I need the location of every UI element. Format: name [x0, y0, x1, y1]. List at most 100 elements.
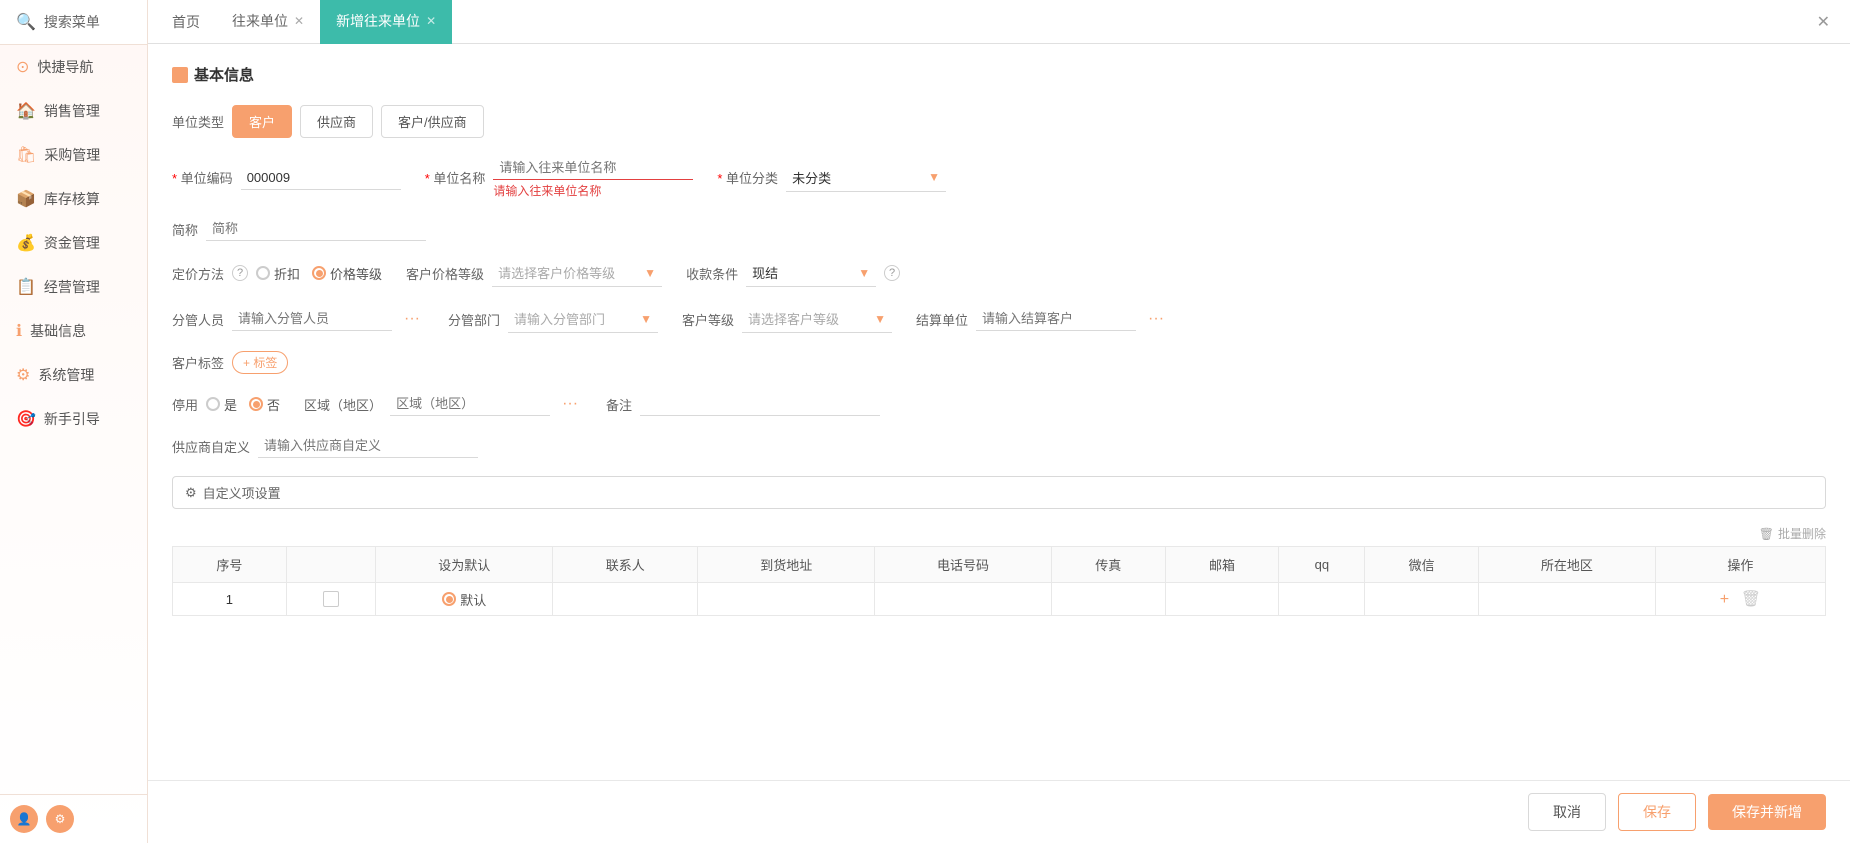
- radio-disabled-no[interactable]: 否: [249, 395, 280, 414]
- tab-partner[interactable]: 往来单位 ✕: [216, 0, 320, 44]
- custom-settings-btn[interactable]: ⚙ 自定义项设置: [172, 476, 1826, 509]
- sidebar-item-operations[interactable]: 📋 经营管理: [0, 265, 147, 309]
- sidebar-item-purchase[interactable]: 🛍 采购管理: [0, 133, 147, 177]
- payment-terms-value: 现结: [752, 263, 854, 282]
- settlement-unit-input[interactable]: [976, 307, 1136, 331]
- pricing-method-help[interactable]: ?: [232, 265, 248, 281]
- unit-name-field: 单位名称 请输入往来单位名称: [425, 156, 694, 199]
- row-default-radio[interactable]: 默认: [386, 590, 542, 609]
- pricing-method-label: 定价方法: [172, 264, 224, 283]
- close-new-partner-tab[interactable]: ✕: [426, 14, 436, 28]
- inventory-icon: 📦: [16, 189, 36, 209]
- sidebar-item-newbie[interactable]: 🎯 新手引导: [0, 397, 147, 441]
- radio-disabled-no-dot: [253, 401, 260, 408]
- unit-code-field: 单位编码: [172, 166, 401, 190]
- supplier-custom-input[interactable]: [258, 434, 478, 458]
- customer-tag-field: 客户标签 + 标签: [172, 351, 288, 374]
- sidebar-item-finance[interactable]: 💰 资金管理: [0, 221, 147, 265]
- department-label: 分管部门: [448, 310, 500, 329]
- sidebar-item-inventory[interactable]: 📦 库存核算: [0, 177, 147, 221]
- purchase-icon: 🛍: [16, 145, 36, 165]
- unit-category-select[interactable]: 未分类 ▼: [786, 164, 946, 192]
- payment-terms-help[interactable]: ?: [884, 265, 900, 281]
- tab-home[interactable]: 首页: [156, 0, 216, 44]
- save-add-button[interactable]: 保存并新增: [1708, 794, 1826, 830]
- section-title: 基本信息: [172, 64, 1826, 85]
- search-icon: 🔍: [16, 12, 36, 32]
- department-select[interactable]: 请输入分管部门 ▼: [508, 305, 658, 333]
- close-all-tabs[interactable]: ✕: [1805, 12, 1842, 32]
- customer-price-level-select[interactable]: 请选择客户价格等级 ▼: [492, 259, 662, 287]
- sidebar-item-search[interactable]: 🔍 搜索菜单: [0, 0, 147, 45]
- col-address: 到货地址: [698, 547, 875, 583]
- cell-fax: [1051, 583, 1165, 616]
- system-icon: ⚙: [16, 365, 30, 385]
- sidebar-item-system[interactable]: ⚙ 系统管理: [0, 353, 147, 397]
- disabled-row: 停用 是 否 区域（地区） ···: [172, 392, 1826, 416]
- sidebar-user-icon[interactable]: 👤: [10, 805, 38, 833]
- region-dots[interactable]: ···: [558, 395, 582, 413]
- unit-code-label: 单位编码: [172, 168, 233, 187]
- pricing-radio-group: 折扣 价格等级: [256, 264, 382, 283]
- btn-supplier[interactable]: 供应商: [300, 105, 373, 138]
- remarks-label: 备注: [606, 395, 632, 414]
- payment-terms-chevron: ▼: [858, 266, 870, 280]
- btn-both[interactable]: 客户/供应商: [381, 105, 484, 138]
- unit-name-input[interactable]: [493, 156, 693, 180]
- delete-row-btn[interactable]: 🗑: [1737, 591, 1765, 608]
- add-tag-btn[interactable]: + 标签: [232, 351, 288, 374]
- sidebar-settings-icon[interactable]: ⚙: [46, 805, 74, 833]
- cancel-button[interactable]: 取消: [1528, 793, 1606, 831]
- payment-terms-select[interactable]: 现结 ▼: [746, 259, 876, 287]
- cell-region: [1479, 583, 1656, 616]
- radio-discount[interactable]: 折扣: [256, 264, 300, 283]
- col-qq: qq: [1279, 547, 1365, 583]
- col-actions: 操作: [1655, 547, 1825, 583]
- remarks-field: 备注: [606, 392, 880, 416]
- customer-level-select[interactable]: 请选择客户等级 ▼: [742, 305, 892, 333]
- settlement-unit-field: 结算单位 ···: [916, 307, 1168, 331]
- radio-price-level-circle: [312, 266, 326, 280]
- payment-terms-label: 收款条件: [686, 264, 738, 283]
- cell-seq: 1: [173, 583, 287, 616]
- btn-customer[interactable]: 客户: [232, 105, 292, 138]
- table-row: 1 默认: [173, 583, 1826, 616]
- supervisor-input[interactable]: [232, 307, 392, 331]
- tab-new-partner[interactable]: 新增往来单位 ✕: [320, 0, 452, 44]
- cell-checkbox[interactable]: [286, 583, 376, 616]
- customer-level-field: 客户等级 请选择客户等级 ▼: [682, 305, 892, 333]
- basic-info-icon: ℹ: [16, 321, 22, 341]
- batch-delete-btn[interactable]: 🗑 批量删除: [1759, 525, 1826, 542]
- unit-name-input-group: 请输入往来单位名称: [493, 156, 693, 199]
- radio-price-level[interactable]: 价格等级: [312, 264, 382, 283]
- sidebar-item-sales[interactable]: 🏠 销售管理: [0, 89, 147, 133]
- sidebar-bottom: 👤 ⚙: [0, 794, 147, 843]
- sidebar-item-basic-info[interactable]: ℹ 基础信息: [0, 309, 147, 353]
- unit-type-label: 单位类型: [172, 112, 224, 131]
- disabled-label: 停用: [172, 395, 198, 414]
- row-checkbox[interactable]: [323, 591, 339, 607]
- sidebar-item-quick-nav[interactable]: ⊙ 快捷导航: [0, 45, 147, 89]
- settlement-unit-dots[interactable]: ···: [1144, 310, 1168, 328]
- supervisor-row: 分管人员 ··· 分管部门 请输入分管部门 ▼ 客户等级 请选择客户等级 ▼ 结…: [172, 305, 1826, 333]
- save-button[interactable]: 保存: [1618, 793, 1696, 831]
- operations-icon: 📋: [16, 277, 36, 297]
- short-name-input[interactable]: [206, 217, 426, 241]
- unit-name-error: 请输入往来单位名称: [493, 182, 693, 199]
- add-row-btn[interactable]: +: [1716, 591, 1733, 608]
- col-contact: 联系人: [553, 547, 698, 583]
- gear-icon: ⚙: [185, 485, 197, 501]
- form-footer: 取消 保存 保存并新增: [148, 780, 1850, 843]
- radio-disabled-yes[interactable]: 是: [206, 395, 237, 414]
- row-radio-dot: [446, 596, 453, 603]
- row-default-circle: [442, 592, 456, 606]
- remarks-input[interactable]: [640, 392, 880, 416]
- cell-email: [1165, 583, 1279, 616]
- supervisor-dots[interactable]: ···: [400, 310, 424, 328]
- unit-code-input[interactable]: [241, 166, 401, 190]
- unit-type-row: 单位类型 客户 供应商 客户/供应商: [172, 105, 1826, 138]
- region-input[interactable]: [390, 392, 550, 416]
- close-partner-tab[interactable]: ✕: [294, 14, 304, 28]
- unit-type-field: 单位类型 客户 供应商 客户/供应商: [172, 105, 484, 138]
- customer-level-label: 客户等级: [682, 310, 734, 329]
